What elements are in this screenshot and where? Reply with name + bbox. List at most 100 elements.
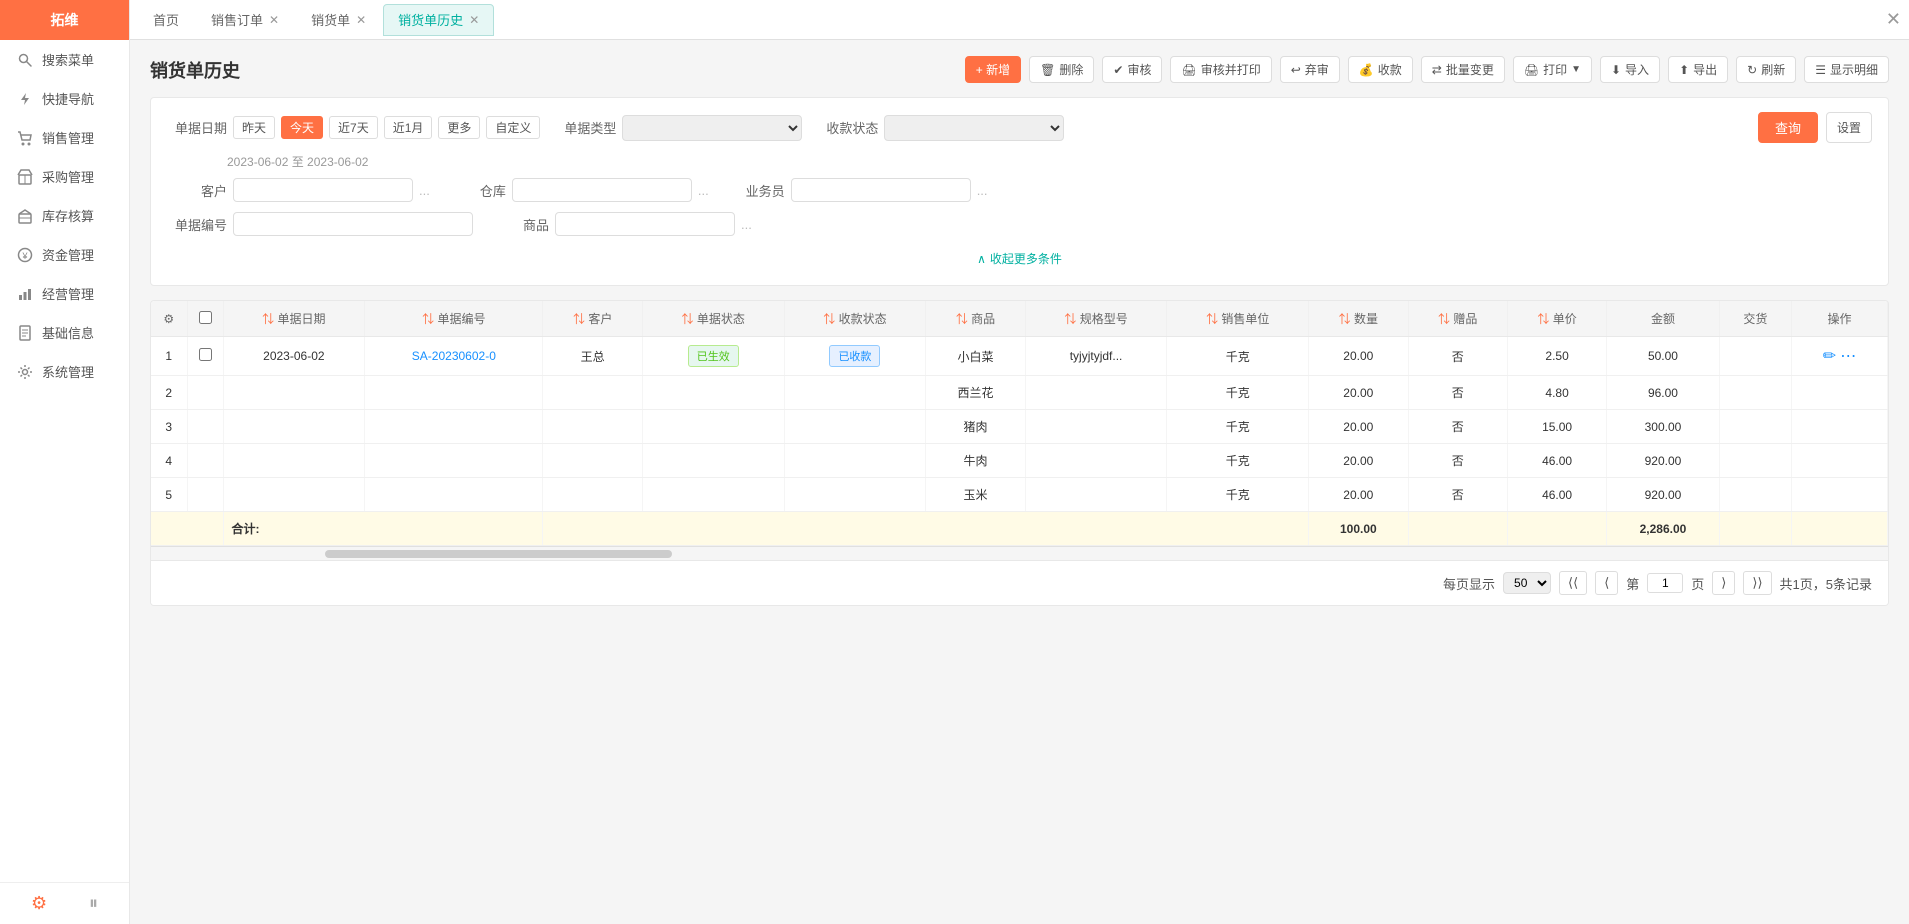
date-field: 单据日期 昨天 今天 近7天 近1月 更多 自定义 — [167, 116, 540, 139]
row-index-cell: 5 — [151, 478, 187, 512]
query-button[interactable]: 查询 — [1758, 112, 1818, 143]
abandon-button[interactable]: ↩ 弃审 — [1280, 56, 1340, 83]
sidebar-logo: 拓维 — [0, 0, 129, 40]
collapse-button[interactable]: ∧ 收起更多条件 — [167, 246, 1872, 271]
dollar-icon: ¥ — [16, 246, 34, 264]
collect-button[interactable]: 💰 收款 — [1348, 56, 1413, 83]
goods-input[interactable] — [555, 212, 735, 236]
flash-icon — [16, 90, 34, 108]
tab-sales-order-close[interactable]: ✕ — [269, 13, 279, 27]
print-button[interactable]: 🖨 打印 ▼ — [1513, 56, 1592, 83]
print-icon: 🖨 — [1524, 63, 1539, 77]
sidebar-item-ops-mgmt[interactable]: 经营管理 — [0, 274, 129, 313]
warehouse-dots[interactable]: ... — [698, 183, 709, 198]
next-page-button[interactable]: ⟩ — [1712, 571, 1735, 595]
warehouse-input[interactable] — [512, 178, 692, 202]
staff-label: 业务员 — [725, 181, 785, 200]
staff-input[interactable] — [791, 178, 971, 202]
date-btn-more[interactable]: 更多 — [438, 116, 480, 139]
first-page-button[interactable]: ⟨⟨ — [1559, 571, 1587, 595]
table-settings-icon[interactable]: ⚙ — [163, 312, 174, 326]
date-btn-1month[interactable]: 近1月 — [384, 116, 433, 139]
tab-home[interactable]: 首页 — [138, 4, 194, 36]
audit-button[interactable]: ✔ 审核 — [1102, 56, 1162, 83]
col-settings[interactable]: ⚙ — [151, 301, 187, 337]
main-area: 首页 销售订单 ✕ 销货单 ✕ 销货单历史 ✕ ✕ 销货单历史 + 新增 🗑 删… — [130, 0, 1909, 924]
sidebar-item-finance-mgmt[interactable]: ¥ 资金管理 — [0, 235, 129, 274]
table-row: 1 2023-06-02 SA-20230602-0 王总 已生效 已收款 小白… — [151, 337, 1888, 376]
collect-icon: 💰 — [1359, 63, 1374, 77]
date-btn-7days[interactable]: 近7天 — [329, 116, 378, 139]
tab-bar-close-all[interactable]: ✕ — [1886, 9, 1901, 30]
row-spec-cell — [1025, 376, 1167, 410]
new-button[interactable]: + 新增 — [965, 56, 1021, 83]
sidebar-item-search-menu[interactable]: 搜索菜单 — [0, 40, 129, 79]
sidebar-item-label: 快捷导航 — [42, 89, 94, 108]
customer-input[interactable] — [233, 178, 413, 202]
type-select[interactable] — [622, 115, 802, 141]
show-detail-button[interactable]: ☰ 显示明细 — [1804, 56, 1889, 83]
select-all-checkbox[interactable] — [199, 311, 212, 324]
batch-change-button[interactable]: ⇄ 批量变更 — [1421, 56, 1505, 83]
sort-icon: ⇅ — [1339, 312, 1351, 326]
sidebar-item-quick-nav[interactable]: 快捷导航 — [0, 79, 129, 118]
tab-sales-history-close[interactable]: ✕ — [469, 13, 479, 27]
pause-bottom-icon[interactable]: ⏸ — [89, 893, 98, 914]
settings-bottom-icon[interactable]: ⚙ — [31, 893, 47, 914]
col-gift: ⇅ 赠品 — [1408, 301, 1507, 337]
batch-change-icon: ⇄ — [1432, 63, 1442, 77]
row-customer-cell — [543, 444, 642, 478]
summary-actions — [1791, 512, 1887, 546]
date-btn-yesterday[interactable]: 昨天 — [233, 116, 275, 139]
sidebar-item-purchase-mgmt[interactable]: 采购管理 — [0, 157, 129, 196]
more-action-button[interactable]: ⋯ — [1840, 348, 1856, 365]
last-page-button[interactable]: ⟩⟩ — [1743, 571, 1771, 595]
col-doc-status: ⇅ 单据状态 — [642, 301, 784, 337]
delete-icon: 🗑 — [1040, 63, 1055, 77]
refresh-button[interactable]: ↻ 刷新 — [1736, 56, 1796, 83]
import-button[interactable]: ⬇ 导入 — [1600, 56, 1660, 83]
scroll-bar[interactable] — [151, 546, 1888, 560]
col-payment-status: ⇅ 收款状态 — [784, 301, 926, 337]
row-gift-cell: 否 — [1408, 444, 1507, 478]
edit-action-button[interactable]: ✏ — [1823, 348, 1836, 365]
row-goods-cell: 猪肉 — [926, 410, 1025, 444]
sidebar-item-inventory-calc[interactable]: 库存核算 — [0, 196, 129, 235]
row-checkbox-cell[interactable] — [187, 444, 223, 478]
customer-dots[interactable]: ... — [419, 183, 430, 198]
docno-input[interactable] — [233, 212, 473, 236]
row-checkbox-cell[interactable] — [187, 410, 223, 444]
row-price-cell: 46.00 — [1507, 478, 1606, 512]
sort-icon: ⇅ — [682, 312, 694, 326]
date-btn-custom[interactable]: 自定义 — [486, 116, 540, 139]
row-docno-cell — [365, 444, 543, 478]
page-size-select[interactable]: 50 — [1503, 572, 1551, 594]
date-btn-today[interactable]: 今天 — [281, 116, 323, 139]
sidebar-item-basic-info[interactable]: 基础信息 — [0, 313, 129, 352]
audit-print-button[interactable]: 🖨 审核并打印 — [1170, 56, 1271, 83]
tab-sales-history[interactable]: 销货单历史 ✕ — [383, 4, 494, 36]
delete-button[interactable]: 🗑 删除 — [1029, 56, 1094, 83]
prev-page-button[interactable]: ⟨ — [1595, 571, 1618, 595]
export-button[interactable]: ⬆ 导出 — [1668, 56, 1728, 83]
page-header: 销货单历史 + 新增 🗑 删除 ✔ 审核 🖨 审核并打印 ↩ 弃审 — [150, 56, 1889, 83]
tab-sales-goods-close[interactable]: ✕ — [356, 13, 366, 27]
chevron-up-icon: ∧ — [977, 252, 986, 266]
page-number-input[interactable] — [1647, 573, 1683, 593]
tab-sales-order[interactable]: 销售订单 ✕ — [196, 4, 294, 36]
tab-sales-goods-label: 销货单 — [311, 10, 350, 29]
staff-dots[interactable]: ... — [977, 183, 988, 198]
tab-sales-goods[interactable]: 销货单 ✕ — [296, 4, 381, 36]
sidebar-item-sales-mgmt[interactable]: 销售管理 — [0, 118, 129, 157]
sidebar-item-system-mgmt[interactable]: 系统管理 — [0, 352, 129, 391]
row-checkbox-cell[interactable] — [187, 478, 223, 512]
row-checkbox-cell[interactable] — [187, 337, 223, 376]
payment-select[interactable] — [884, 115, 1064, 141]
row-checkbox-cell[interactable] — [187, 376, 223, 410]
set-button[interactable]: 设置 — [1826, 112, 1872, 143]
row-checkbox[interactable] — [199, 348, 212, 361]
col-action: 操作 — [1791, 301, 1887, 337]
goods-dots[interactable]: ... — [741, 217, 752, 232]
col-checkbox[interactable] — [187, 301, 223, 337]
doc-no-link[interactable]: SA-20230602-0 — [412, 349, 496, 363]
